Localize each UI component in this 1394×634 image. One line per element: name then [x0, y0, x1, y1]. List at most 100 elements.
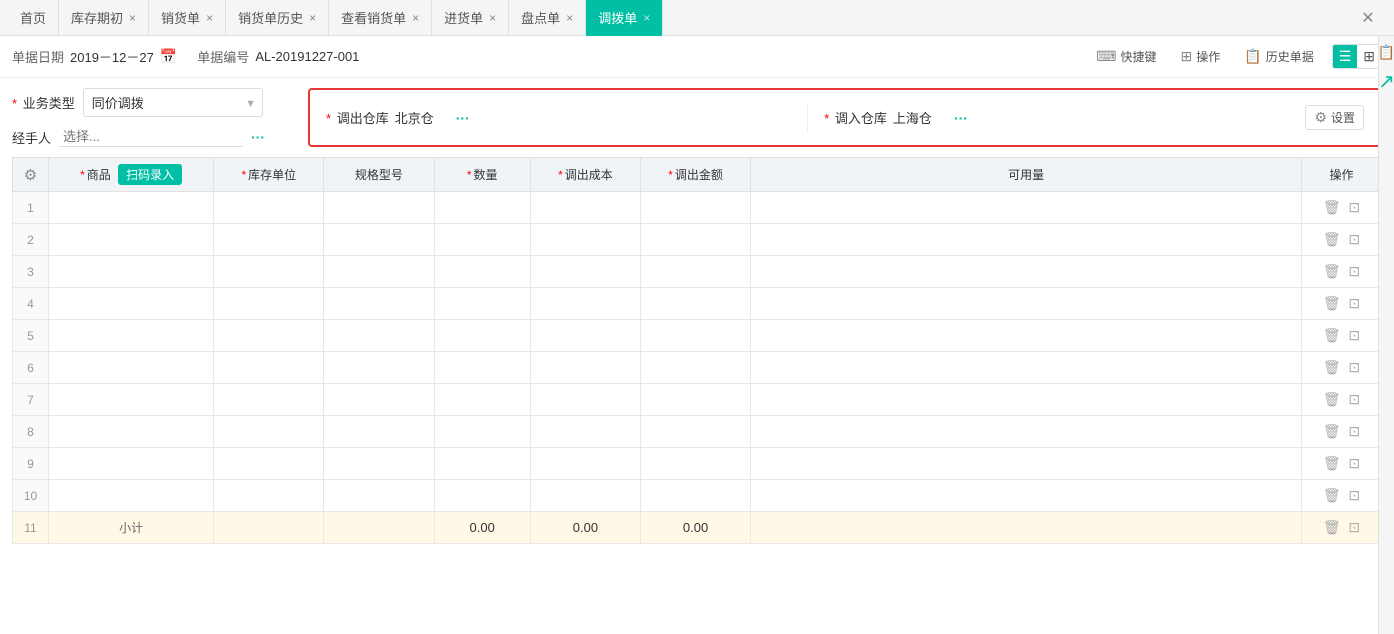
tab-sales-history-close[interactable]: × — [309, 11, 316, 25]
tab-home[interactable]: 首页 — [8, 0, 59, 36]
tab-inventory-count-close[interactable]: × — [566, 11, 573, 25]
business-type-select[interactable]: 同价调拨 ▾ — [83, 88, 263, 117]
product-cell[interactable] — [49, 384, 214, 416]
tab-purchase-order-close[interactable]: × — [489, 11, 496, 25]
qty-cell[interactable] — [434, 256, 530, 288]
tab-purchase-order[interactable]: 进货单 × — [432, 0, 509, 36]
copy-icon[interactable]: ⊡ — [1348, 263, 1360, 279]
delete-icon[interactable]: 🗑 — [1323, 487, 1341, 503]
qty-cell[interactable] — [434, 480, 530, 512]
amount-cell[interactable] — [641, 480, 751, 512]
qty-cell[interactable] — [434, 384, 530, 416]
cost-cell[interactable] — [530, 224, 640, 256]
cost-cell[interactable] — [530, 384, 640, 416]
unit-cell[interactable] — [214, 192, 324, 224]
delete-icon[interactable]: 🗑 — [1323, 295, 1341, 311]
qty-cell[interactable] — [434, 224, 530, 256]
cost-cell[interactable] — [530, 192, 640, 224]
qty-cell[interactable] — [434, 320, 530, 352]
tab-inventory-count[interactable]: 盘点单 × — [509, 0, 586, 36]
history-docs-button[interactable]: 📋 历史单据 — [1238, 45, 1319, 68]
scrollbar-expand-icon[interactable]: ↗ — [1378, 69, 1394, 94]
copy-icon[interactable]: ⊡ — [1348, 455, 1360, 471]
tab-inventory-init[interactable]: 库存期初 × — [59, 0, 149, 36]
cost-cell[interactable] — [530, 352, 640, 384]
tab-view-sales-close[interactable]: × — [412, 11, 419, 25]
unit-cell[interactable] — [214, 416, 324, 448]
window-close-button[interactable]: ✕ — [1350, 0, 1386, 36]
tab-view-sales[interactable]: 查看销货单 × — [329, 0, 432, 36]
amount-cell[interactable] — [641, 352, 751, 384]
delete-icon[interactable]: 🗑 — [1323, 327, 1341, 343]
spec-cell[interactable] — [324, 192, 434, 224]
calendar-icon[interactable]: 📅 — [160, 48, 177, 65]
amount-cell[interactable] — [641, 256, 751, 288]
copy-icon[interactable]: ⊡ — [1348, 423, 1360, 439]
available-cell[interactable] — [751, 192, 1302, 224]
available-cell[interactable] — [751, 448, 1302, 480]
operations-button[interactable]: ⊞ 操作 — [1175, 45, 1227, 68]
product-cell[interactable] — [49, 320, 214, 352]
available-cell[interactable] — [751, 384, 1302, 416]
available-cell[interactable] — [751, 224, 1302, 256]
tab-sales-order-close[interactable]: × — [206, 11, 213, 25]
copy-icon[interactable]: ⊡ — [1348, 231, 1360, 247]
spec-cell[interactable] — [324, 384, 434, 416]
qty-cell[interactable] — [434, 448, 530, 480]
layout-btn-list[interactable]: ☰ — [1333, 45, 1358, 68]
warehouse-out-ellipsis-button[interactable]: ··· — [456, 110, 470, 126]
product-cell[interactable] — [49, 416, 214, 448]
tab-transfer-order-close[interactable]: × — [643, 11, 650, 25]
delete-icon[interactable]: 🗑 — [1323, 231, 1341, 247]
available-cell[interactable] — [751, 256, 1302, 288]
amount-cell[interactable] — [641, 192, 751, 224]
unit-cell[interactable] — [214, 320, 324, 352]
cost-cell[interactable] — [530, 256, 640, 288]
unit-cell[interactable] — [214, 352, 324, 384]
amount-cell[interactable] — [641, 320, 751, 352]
delete-icon[interactable]: 🗑 — [1323, 423, 1341, 439]
unit-cell[interactable] — [214, 480, 324, 512]
product-cell[interactable] — [49, 192, 214, 224]
unit-cell[interactable] — [214, 384, 324, 416]
spec-cell[interactable] — [324, 480, 434, 512]
unit-cell[interactable] — [214, 256, 324, 288]
unit-cell[interactable] — [214, 448, 324, 480]
amount-cell[interactable] — [641, 416, 751, 448]
subtotal-copy-icon[interactable]: ⊡ — [1348, 519, 1360, 535]
cost-cell[interactable] — [530, 416, 640, 448]
spec-cell[interactable] — [324, 352, 434, 384]
available-cell[interactable] — [751, 480, 1302, 512]
tab-transfer-order[interactable]: 调拨单 × — [586, 0, 663, 36]
qty-cell[interactable] — [434, 288, 530, 320]
tab-inventory-init-close[interactable]: × — [129, 11, 136, 25]
scan-button[interactable]: 扫码录入 — [118, 164, 182, 185]
available-cell[interactable] — [751, 320, 1302, 352]
copy-icon[interactable]: ⊡ — [1348, 327, 1360, 343]
delete-icon[interactable]: 🗑 — [1323, 359, 1341, 375]
product-cell[interactable] — [49, 256, 214, 288]
product-cell[interactable] — [49, 352, 214, 384]
qty-cell[interactable] — [434, 416, 530, 448]
product-cell[interactable] — [49, 480, 214, 512]
spec-cell[interactable] — [324, 224, 434, 256]
qty-cell[interactable] — [434, 192, 530, 224]
available-cell[interactable] — [751, 352, 1302, 384]
delete-icon[interactable]: 🗑 — [1323, 263, 1341, 279]
spec-cell[interactable] — [324, 288, 434, 320]
qty-cell[interactable] — [434, 352, 530, 384]
available-cell[interactable] — [751, 288, 1302, 320]
delete-icon[interactable]: 🗑 — [1323, 455, 1341, 471]
copy-icon[interactable]: ⊡ — [1348, 391, 1360, 407]
cost-cell[interactable] — [530, 288, 640, 320]
tab-sales-history[interactable]: 销货单历史 × — [226, 0, 329, 36]
delete-icon[interactable]: 🗑 — [1323, 391, 1341, 407]
settings-button[interactable]: ⚙ 设置 — [1305, 105, 1364, 130]
col-settings[interactable]: ⚙ — [13, 158, 49, 192]
spec-cell[interactable] — [324, 416, 434, 448]
delete-icon[interactable]: 🗑 — [1323, 199, 1341, 215]
spec-cell[interactable] — [324, 256, 434, 288]
agent-input[interactable] — [59, 127, 243, 147]
copy-icon[interactable]: ⊡ — [1348, 487, 1360, 503]
product-cell[interactable] — [49, 448, 214, 480]
